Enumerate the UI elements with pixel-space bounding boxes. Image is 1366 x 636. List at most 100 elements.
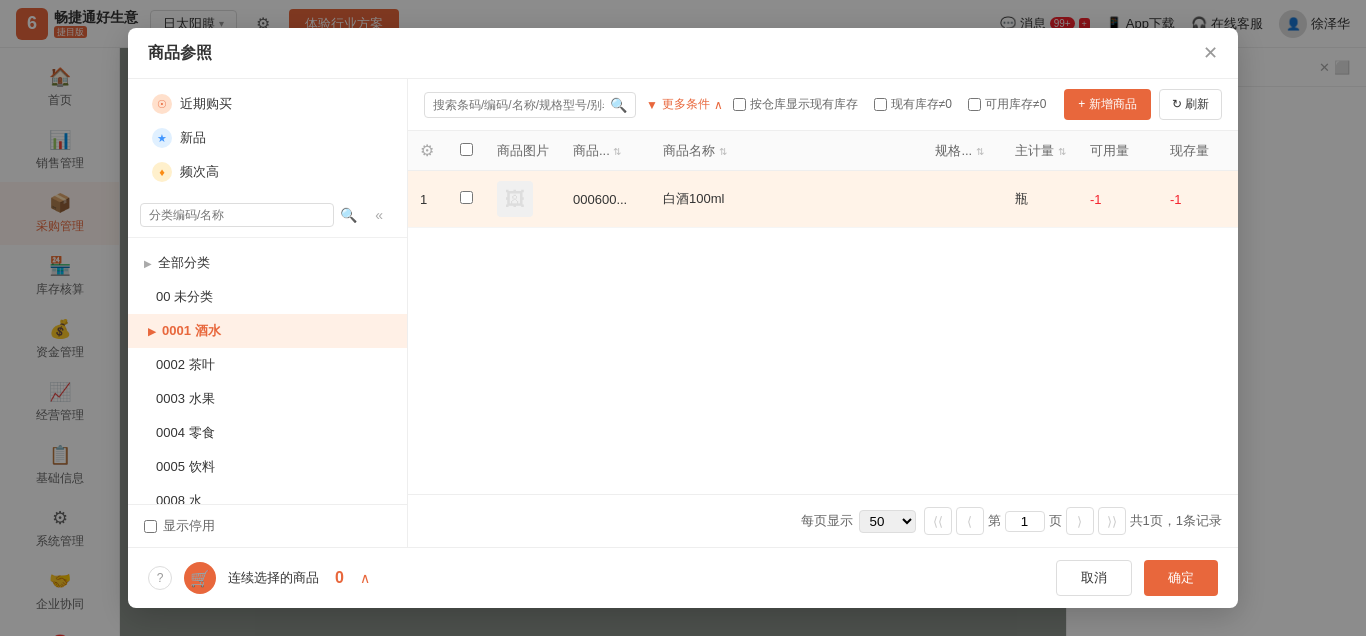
- prev-page-button[interactable]: ⟨: [956, 507, 984, 535]
- category-search-row: 🔍 «: [128, 197, 407, 233]
- product-panel: 🔍 ▼ 更多条件 ∧ 按仓库显示现有库存 现: [408, 79, 1238, 547]
- sort-spec-icon: ⇅: [976, 146, 984, 157]
- col-header-img: 商品图片: [485, 131, 561, 171]
- category-search-icon[interactable]: 🔍: [340, 207, 357, 223]
- sort-code-icon: ⇅: [613, 146, 621, 157]
- cb-warehouse-label: 按仓库显示现有库存: [750, 96, 858, 113]
- freq-icon: ♦: [152, 162, 172, 182]
- quick-freq-label: 频次高: [180, 163, 219, 181]
- confirm-button[interactable]: 确定: [1144, 560, 1218, 596]
- page-suffix-label: 页: [1049, 512, 1062, 530]
- recent-icon: ☉: [152, 94, 172, 114]
- cb-avail-nonzero-input[interactable]: [968, 98, 981, 111]
- col-header-code[interactable]: 商品... ⇅: [561, 131, 651, 171]
- cart-button[interactable]: 🛒: [184, 562, 216, 594]
- product-search-input[interactable]: [433, 98, 604, 112]
- cb-avail-nonzero-label: 可用库存≠0: [985, 96, 1046, 113]
- category-list: ▶ 全部分类 00 未分类 ▶ 0001 酒水 0002 茶叶 0003 水果: [128, 242, 407, 504]
- quick-new[interactable]: ★ 新品: [144, 121, 391, 155]
- cat-0004[interactable]: 0004 零食: [128, 416, 407, 450]
- filter-checkboxes: 按仓库显示现有库存 现有库存≠0 可用库存≠0: [733, 96, 1047, 113]
- cart-icon: 🛒: [190, 569, 210, 588]
- collapse-button[interactable]: «: [363, 203, 395, 227]
- show-disabled-checkbox[interactable]: 显示停用: [144, 517, 215, 535]
- product-thumbnail: 🖼: [497, 181, 533, 217]
- cat-0002[interactable]: 0002 茶叶: [128, 348, 407, 382]
- table-row[interactable]: 1 🖼 000600... 白酒100ml: [408, 171, 1238, 228]
- cancel-button[interactable]: 取消: [1056, 560, 1132, 596]
- refresh-button[interactable]: ↻ 刷新: [1159, 89, 1222, 120]
- filter-label: 更多条件: [662, 96, 710, 113]
- filter-button[interactable]: ▼ 更多条件 ∧: [646, 96, 723, 113]
- show-disabled-input[interactable]: [144, 520, 157, 533]
- help-button[interactable]: ?: [148, 566, 172, 590]
- modal-body: ☉ 近期购买 ★ 新品 ♦ 频次高 🔍 «: [128, 79, 1238, 547]
- cell-name: 白酒100ml: [651, 171, 923, 228]
- cb-nonzero-label: 现有库存≠0: [891, 96, 952, 113]
- cat-0004-label: 0004 零食: [156, 424, 215, 442]
- page-number-input[interactable]: [1005, 511, 1045, 532]
- col-header-check: [448, 131, 485, 171]
- cat-0008[interactable]: 0008 水: [128, 484, 407, 504]
- category-divider: [128, 237, 407, 238]
- col-header-spec[interactable]: 规格... ⇅: [923, 131, 1003, 171]
- footer-collapse-icon[interactable]: ∧: [360, 570, 370, 586]
- toolbar-right-buttons: + 新增商品 ↻ 刷新: [1064, 89, 1222, 120]
- cell-avail: -1: [1078, 171, 1158, 228]
- col-header-avail: 可用量: [1078, 131, 1158, 171]
- table-header-row: ⚙ 商品图片 商品... ⇅: [408, 131, 1238, 171]
- cat-0005[interactable]: 0005 饮料: [128, 450, 407, 484]
- row-checkbox[interactable]: [460, 191, 473, 204]
- cell-code: 000600...: [561, 171, 651, 228]
- col-unit-label: 主计量: [1015, 143, 1054, 158]
- cell-check: [448, 171, 485, 228]
- first-page-button[interactable]: ⟨⟨: [924, 507, 952, 535]
- modal-close-icon[interactable]: ✕: [1203, 42, 1218, 64]
- quick-freq[interactable]: ♦ 频次高: [144, 155, 391, 189]
- add-product-button[interactable]: + 新增商品: [1064, 89, 1150, 120]
- cart-count: 0: [335, 569, 344, 587]
- cb-warehouse[interactable]: 按仓库显示现有库存: [733, 96, 858, 113]
- col-header-unit[interactable]: 主计量 ⇅: [1003, 131, 1078, 171]
- cat-0001-arrow: ▶: [148, 326, 156, 337]
- modal-header: 商品参照 ✕: [128, 28, 1238, 79]
- quick-access: ☉ 近期购买 ★ 新品 ♦ 频次高: [128, 79, 407, 197]
- cb-avail-nonzero[interactable]: 可用库存≠0: [968, 96, 1046, 113]
- page-size-select[interactable]: 50 100 200: [859, 510, 916, 533]
- quick-new-label: 新品: [180, 129, 206, 147]
- cat-00-label: 00 未分类: [156, 288, 213, 306]
- new-icon: ★: [152, 128, 172, 148]
- cat-0005-label: 0005 饮料: [156, 458, 215, 476]
- pagination: 每页显示 50 100 200 ⟨⟨ ⟨ 第 页 ⟩: [408, 494, 1238, 547]
- footer-left: ? 🛒 连续选择的商品 0 ∧: [148, 562, 370, 594]
- table-gear-icon[interactable]: ⚙: [420, 142, 434, 159]
- col-img-label: 商品图片: [497, 143, 549, 158]
- cb-nonzero-input[interactable]: [874, 98, 887, 111]
- select-all-checkbox[interactable]: [460, 143, 473, 156]
- cell-spec: [923, 171, 1003, 228]
- category-search-input[interactable]: [140, 203, 334, 227]
- col-avail-label: 可用量: [1090, 143, 1129, 158]
- product-table: ⚙ 商品图片 商品... ⇅: [408, 131, 1238, 228]
- cell-num: 1: [408, 171, 448, 228]
- col-name-label: 商品名称: [663, 143, 715, 158]
- product-search-icon[interactable]: 🔍: [610, 97, 627, 113]
- help-icon: ?: [157, 571, 164, 585]
- cb-warehouse-input[interactable]: [733, 98, 746, 111]
- cat-0003[interactable]: 0003 水果: [128, 382, 407, 416]
- col-spec-label: 规格...: [935, 143, 972, 158]
- cat-0001[interactable]: ▶ 0001 酒水: [128, 314, 407, 348]
- cb-nonzero[interactable]: 现有库存≠0: [874, 96, 952, 113]
- cat-all[interactable]: ▶ 全部分类: [128, 246, 407, 280]
- modal-footer: ? 🛒 连续选择的商品 0 ∧ 取消 确定: [128, 547, 1238, 608]
- quick-recent[interactable]: ☉ 近期购买: [144, 87, 391, 121]
- cat-00[interactable]: 00 未分类: [128, 280, 407, 314]
- last-page-button[interactable]: ⟩⟩: [1098, 507, 1126, 535]
- cell-stock: -1: [1158, 171, 1238, 228]
- next-page-button[interactable]: ⟩: [1066, 507, 1094, 535]
- footer-right: 取消 确定: [1056, 560, 1218, 596]
- col-code-label: 商品...: [573, 143, 610, 158]
- col-header-name[interactable]: 商品名称 ⇅: [651, 131, 923, 171]
- cart-label: 连续选择的商品: [228, 569, 319, 587]
- page-size-label: 每页显示: [801, 512, 853, 530]
